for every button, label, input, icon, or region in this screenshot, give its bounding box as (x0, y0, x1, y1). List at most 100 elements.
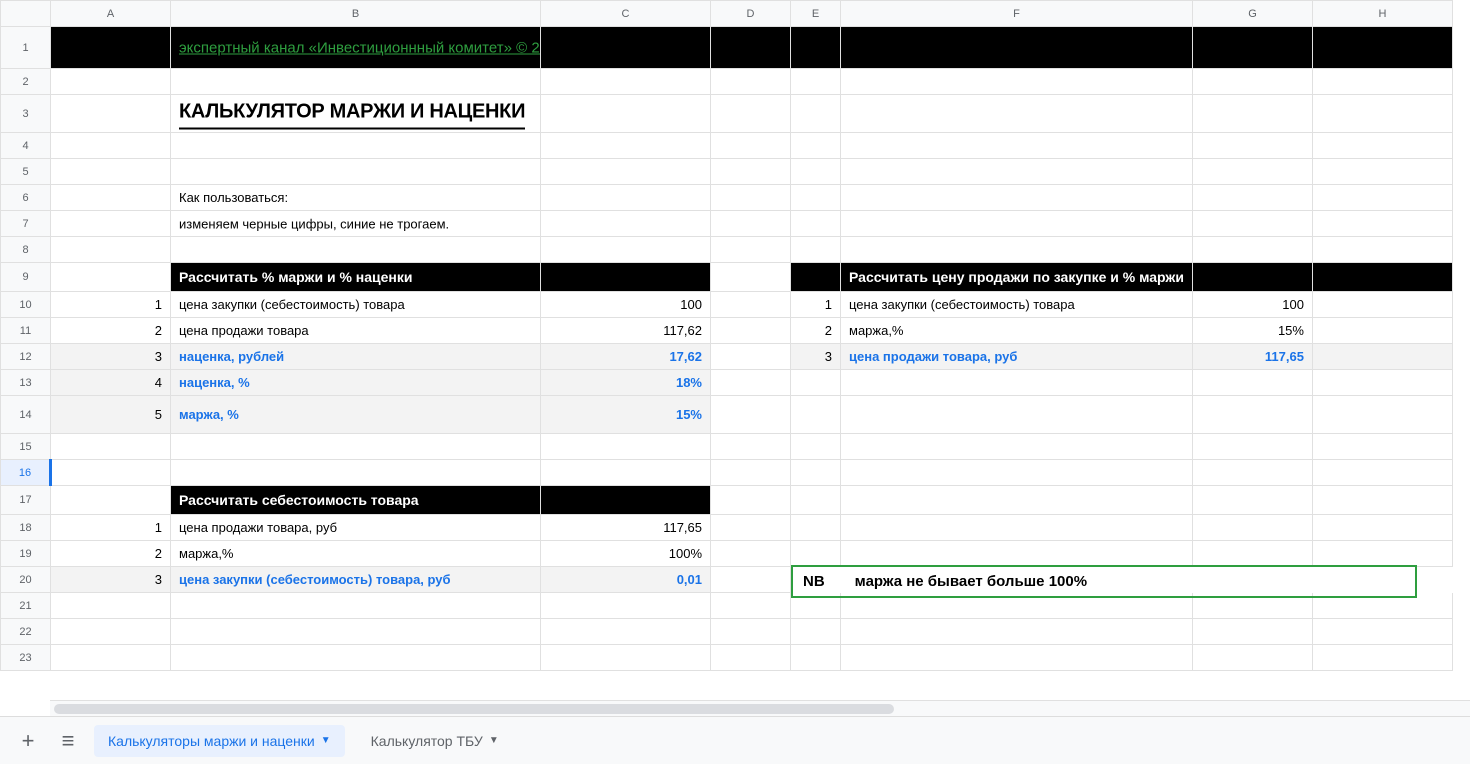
cell[interactable] (541, 237, 711, 263)
cell[interactable] (841, 211, 1193, 237)
cell[interactable] (711, 370, 791, 396)
cell[interactable] (1312, 344, 1452, 370)
all-sheets-button[interactable]: ≡ (54, 727, 82, 755)
cell[interactable] (51, 185, 171, 211)
cell[interactable] (171, 237, 541, 263)
cell[interactable]: 1 (791, 292, 841, 318)
cell[interactable] (1312, 515, 1452, 541)
cell[interactable] (1312, 292, 1452, 318)
select-all-corner[interactable] (1, 1, 51, 27)
cell[interactable]: цена продажи товара, руб (841, 344, 1193, 370)
cell[interactable] (1312, 27, 1452, 69)
cell[interactable] (1192, 541, 1312, 567)
cell[interactable] (541, 434, 711, 460)
cell[interactable] (1192, 370, 1312, 396)
spreadsheet-grid[interactable]: ABCDEFGH1экспертный канал «Инвестиционнн… (0, 0, 1470, 716)
cell[interactable] (791, 185, 841, 211)
cell[interactable]: маржа,% (841, 318, 1193, 344)
cell[interactable]: 117,65 (541, 515, 711, 541)
cell[interactable] (711, 159, 791, 185)
row-header[interactable]: 2 (1, 69, 51, 95)
cell[interactable] (1192, 95, 1312, 133)
cell[interactable] (1192, 515, 1312, 541)
cell[interactable]: 1 (51, 515, 171, 541)
cell[interactable] (1192, 133, 1312, 159)
cell[interactable]: 18% (541, 370, 711, 396)
cell[interactable] (711, 211, 791, 237)
row-header[interactable]: 6 (1, 185, 51, 211)
cell[interactable] (51, 159, 171, 185)
cell[interactable] (711, 318, 791, 344)
cell[interactable] (841, 486, 1193, 515)
cell[interactable] (791, 460, 841, 486)
cell[interactable] (711, 344, 791, 370)
cell[interactable] (711, 434, 791, 460)
cell[interactable]: 2 (51, 318, 171, 344)
cell[interactable] (1192, 263, 1312, 292)
cell[interactable] (51, 27, 171, 69)
cell[interactable]: 17,62 (541, 344, 711, 370)
cell[interactable] (1192, 396, 1312, 434)
cell[interactable] (1192, 237, 1312, 263)
row-header[interactable]: 5 (1, 159, 51, 185)
row-header[interactable]: 3 (1, 95, 51, 133)
cell[interactable] (841, 619, 1193, 645)
cell[interactable] (711, 486, 791, 515)
cell[interactable] (1192, 185, 1312, 211)
cell[interactable] (711, 185, 791, 211)
column-header[interactable]: B (171, 1, 541, 27)
cell[interactable] (841, 396, 1193, 434)
cell[interactable]: маржа,% (171, 541, 541, 567)
cell[interactable] (1312, 237, 1452, 263)
cell[interactable]: 4 (51, 370, 171, 396)
cell[interactable] (841, 460, 1193, 486)
cell[interactable]: 3 (51, 567, 171, 593)
cell[interactable] (541, 27, 711, 69)
row-header[interactable]: 1 (1, 27, 51, 69)
cell[interactable] (541, 159, 711, 185)
cell[interactable]: цена закупки (себестоимость) товара (171, 292, 541, 318)
cell[interactable] (1192, 434, 1312, 460)
cell[interactable] (171, 645, 541, 671)
cell[interactable] (1192, 486, 1312, 515)
cell[interactable] (541, 619, 711, 645)
cell[interactable]: 2 (51, 541, 171, 567)
cell[interactable] (1192, 619, 1312, 645)
cell[interactable] (841, 27, 1193, 69)
cell[interactable]: цена продажи товара (171, 318, 541, 344)
row-header[interactable]: 18 (1, 515, 51, 541)
cell[interactable]: наценка, % (171, 370, 541, 396)
cell[interactable]: 100 (541, 292, 711, 318)
cell[interactable]: Рассчитать % маржи и % наценки (171, 263, 541, 292)
cell[interactable] (791, 237, 841, 263)
cell[interactable] (711, 593, 791, 619)
cell[interactable] (791, 370, 841, 396)
cell[interactable]: наценка, рублей (171, 344, 541, 370)
cell[interactable]: цена закупки (себестоимость) товара, руб (171, 567, 541, 593)
column-header[interactable]: A (51, 1, 171, 27)
row-header[interactable]: 23 (1, 645, 51, 671)
cell[interactable]: Рассчитать себестоимость товара (171, 486, 541, 515)
cell[interactable] (171, 159, 541, 185)
row-header[interactable]: 15 (1, 434, 51, 460)
cell[interactable] (51, 95, 171, 133)
cell[interactable] (711, 95, 791, 133)
cell[interactable] (51, 211, 171, 237)
cell[interactable]: 2 (791, 318, 841, 344)
cell[interactable] (841, 69, 1193, 95)
cell[interactable] (841, 237, 1193, 263)
cell[interactable] (541, 133, 711, 159)
cell[interactable] (841, 541, 1193, 567)
column-header[interactable]: H (1312, 1, 1452, 27)
cell[interactable] (841, 434, 1193, 460)
cell[interactable] (51, 69, 171, 95)
cell[interactable]: 117,62 (541, 318, 711, 344)
cell[interactable] (171, 69, 541, 95)
horizontal-scrollbar-thumb[interactable] (54, 704, 894, 714)
row-header[interactable]: 20 (1, 567, 51, 593)
cell[interactable] (711, 69, 791, 95)
cell[interactable]: 3 (51, 344, 171, 370)
row-header[interactable]: 7 (1, 211, 51, 237)
row-header[interactable]: 11 (1, 318, 51, 344)
cell[interactable] (1312, 645, 1452, 671)
